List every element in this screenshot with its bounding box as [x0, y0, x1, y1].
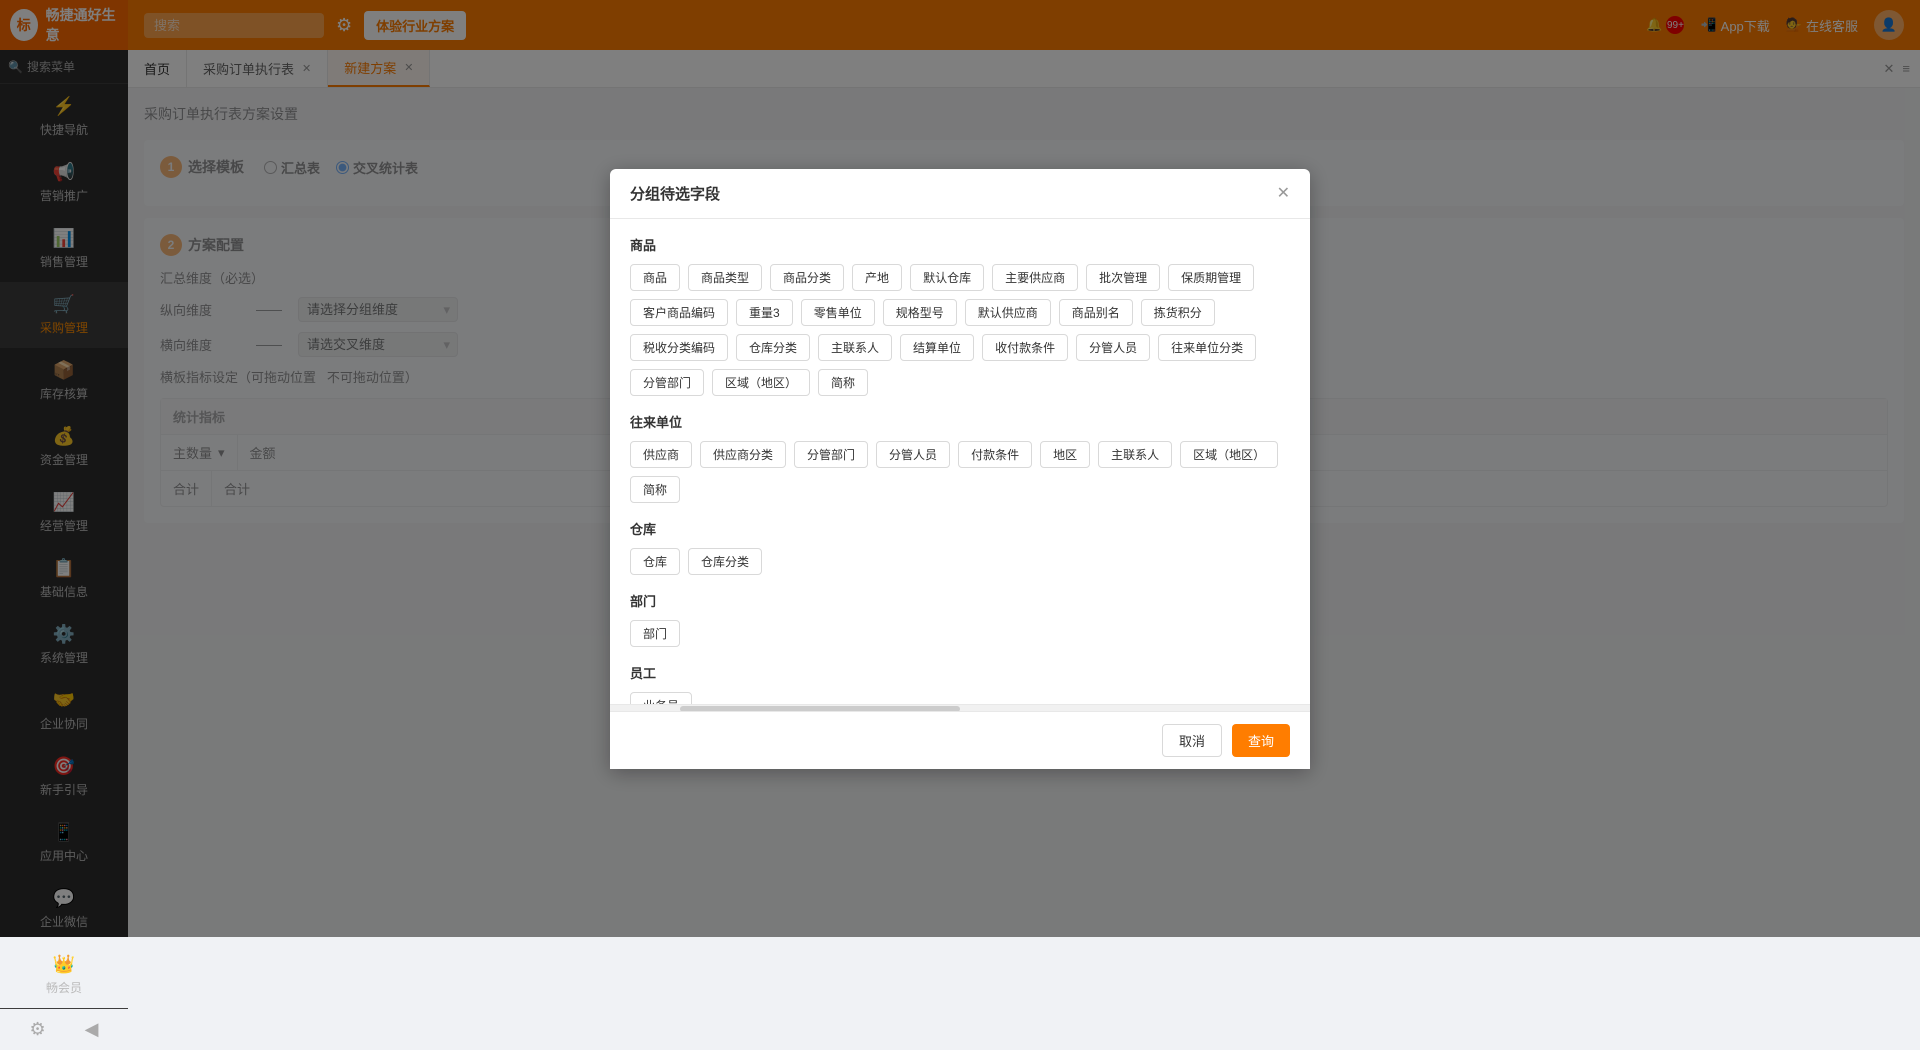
field-tag[interactable]: 商品别名 [1059, 299, 1133, 326]
field-tag[interactable]: 结算单位 [900, 334, 974, 361]
field-tag[interactable]: 重量3 [736, 299, 793, 326]
field-tag[interactable]: 规格型号 [883, 299, 957, 326]
section-counterpart: 往来单位 供应商 供应商分类 分管部门 分管人员 付款条件 地区 主联系人 区域… [630, 412, 1290, 503]
modal-overlay: 分组待选字段 ✕ 商品 商品 商品类型 商品分类 产地 默认仓库 主要供应商 [128, 0, 1920, 937]
confirm-button[interactable]: 查询 [1232, 724, 1290, 757]
field-tag[interactable]: 默认供应商 [965, 299, 1051, 326]
field-tag[interactable]: 主联系人 [818, 334, 892, 361]
field-tag[interactable]: 简称 [818, 369, 868, 396]
field-tag[interactable]: 分管部门 [630, 369, 704, 396]
field-selection-modal: 分组待选字段 ✕ 商品 商品 商品类型 商品分类 产地 默认仓库 主要供应商 [610, 169, 1310, 769]
field-tag[interactable]: 供应商分类 [700, 441, 786, 468]
sidebar-bottom: ⚙ ◀ [0, 1008, 128, 1050]
field-tag[interactable]: 商品 [630, 264, 680, 291]
section-department-fields: 部门 [630, 620, 1290, 647]
section-warehouse-fields: 仓库 仓库分类 [630, 548, 1290, 575]
field-tag[interactable]: 零售单位 [801, 299, 875, 326]
field-tag[interactable]: 仓库分类 [688, 548, 762, 575]
sidebar-item-label: 畅会员 [46, 979, 82, 996]
field-tag[interactable]: 商品类型 [688, 264, 762, 291]
section-counterpart-title: 往来单位 [630, 412, 1290, 431]
section-employee-title: 员工 [630, 663, 1290, 682]
section-goods-title: 商品 [630, 235, 1290, 254]
section-warehouse-title: 仓库 [630, 519, 1290, 538]
field-tag[interactable]: 部门 [630, 620, 680, 647]
field-tag[interactable]: 分管人员 [876, 441, 950, 468]
field-tag[interactable]: 地区 [1040, 441, 1090, 468]
modal-footer: 取消 查询 [610, 711, 1310, 769]
field-tag[interactable]: 供应商 [630, 441, 692, 468]
field-tag[interactable]: 批次管理 [1086, 264, 1160, 291]
modal-title: 分组待选字段 [630, 183, 720, 204]
field-tag[interactable]: 分管人员 [1076, 334, 1150, 361]
modal-close-button[interactable]: ✕ [1277, 183, 1290, 203]
field-tag[interactable]: 仓库 [630, 548, 680, 575]
field-tag[interactable]: 默认仓库 [910, 264, 984, 291]
field-tag[interactable]: 客户商品编码 [630, 299, 728, 326]
modal-header: 分组待选字段 ✕ [610, 169, 1310, 219]
field-tag[interactable]: 简称 [630, 476, 680, 503]
field-tag[interactable]: 主要供应商 [992, 264, 1078, 291]
field-tag[interactable]: 保质期管理 [1168, 264, 1254, 291]
section-goods: 商品 商品 商品类型 商品分类 产地 默认仓库 主要供应商 批次管理 保质期管理… [630, 235, 1290, 396]
modal-body: 商品 商品 商品类型 商品分类 产地 默认仓库 主要供应商 批次管理 保质期管理… [610, 219, 1310, 705]
sidebar-item-vip[interactable]: 👑 畅会员 [0, 942, 128, 1008]
field-tag[interactable]: 产地 [852, 264, 902, 291]
section-goods-fields: 商品 商品类型 商品分类 产地 默认仓库 主要供应商 批次管理 保质期管理 客户… [630, 264, 1290, 396]
collapse-icon[interactable]: ◀ [85, 1019, 99, 1040]
field-tag[interactable]: 税收分类编码 [630, 334, 728, 361]
field-tag[interactable]: 拣货积分 [1141, 299, 1215, 326]
field-tag[interactable]: 商品分类 [770, 264, 844, 291]
field-tag[interactable]: 往来单位分类 [1158, 334, 1256, 361]
section-department: 部门 部门 [630, 591, 1290, 647]
main-content: ⚙ 体验行业方案 🔔 99+ 📲 App下载 💁 在线客服 👤 [128, 0, 1920, 937]
vip-icon: 👑 [53, 954, 75, 975]
field-tag[interactable]: 付款条件 [958, 441, 1032, 468]
field-tag[interactable]: 主联系人 [1098, 441, 1172, 468]
field-tag[interactable]: 收付款条件 [982, 334, 1068, 361]
section-department-title: 部门 [630, 591, 1290, 610]
field-tag[interactable]: 仓库分类 [736, 334, 810, 361]
settings-bottom-icon[interactable]: ⚙ [30, 1019, 46, 1040]
section-employee: 员工 业务员 [630, 663, 1290, 705]
field-tag[interactable]: 区域（地区） [712, 369, 810, 396]
section-warehouse: 仓库 仓库 仓库分类 [630, 519, 1290, 575]
section-counterpart-fields: 供应商 供应商分类 分管部门 分管人员 付款条件 地区 主联系人 区域（地区） … [630, 441, 1290, 503]
cancel-button[interactable]: 取消 [1162, 724, 1222, 757]
field-tag[interactable]: 业务员 [630, 692, 692, 705]
field-tag[interactable]: 分管部门 [794, 441, 868, 468]
field-tag[interactable]: 区域（地区） [1180, 441, 1278, 468]
section-employee-fields: 业务员 [630, 692, 1290, 705]
